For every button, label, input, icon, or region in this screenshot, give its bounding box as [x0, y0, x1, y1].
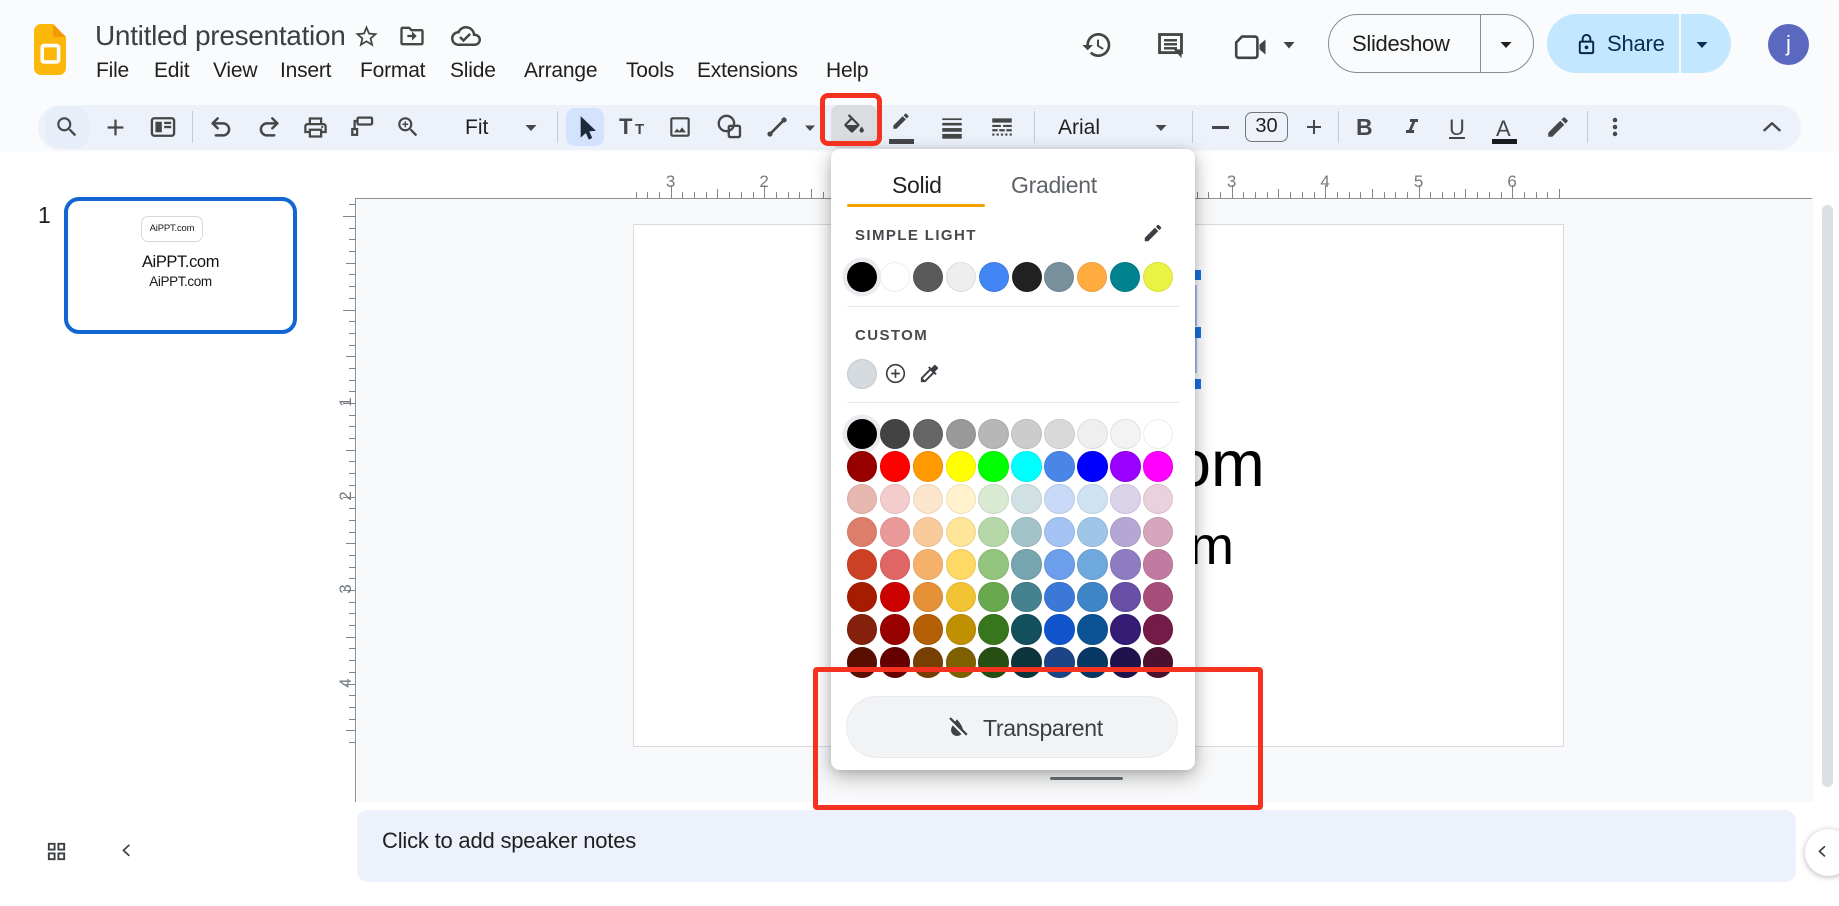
svg-text:T: T — [635, 121, 644, 138]
svg-text:T: T — [619, 114, 633, 139]
